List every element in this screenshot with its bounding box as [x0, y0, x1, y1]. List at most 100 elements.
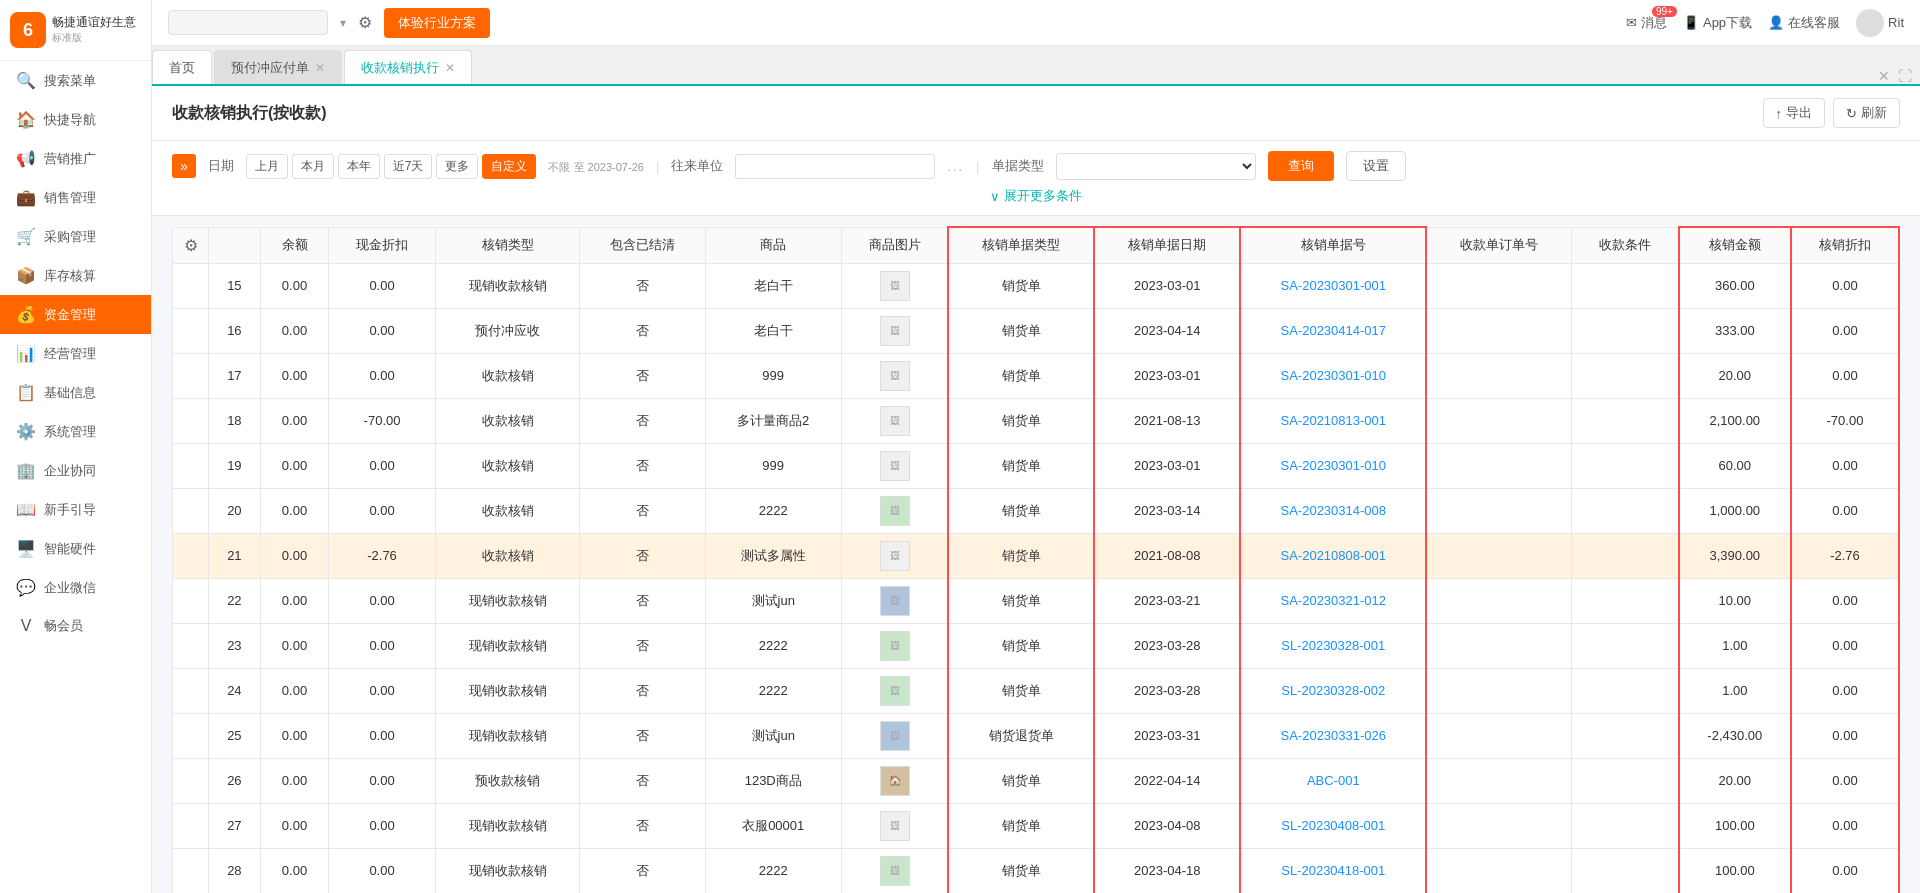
- filter-settings-button[interactable]: 设置: [1346, 151, 1406, 181]
- type-filter-select[interactable]: [1056, 153, 1256, 180]
- expand-row: ∨ 展开更多条件: [172, 187, 1900, 205]
- bill-no-link[interactable]: SL-20230408-001: [1281, 818, 1385, 833]
- online-service-button[interactable]: 👤 在线客服: [1768, 14, 1840, 32]
- brand-input[interactable]: [168, 10, 328, 35]
- sidebar-item-ops[interactable]: 📊经营管理: [0, 334, 151, 373]
- td-included: 否: [580, 668, 705, 713]
- export-button[interactable]: ↑ 导出: [1763, 98, 1826, 128]
- td-amount: 1,000.00: [1679, 488, 1791, 533]
- td-seq: 26: [209, 758, 261, 803]
- tab-prepay-close[interactable]: ✕: [315, 61, 325, 75]
- bill-no-link[interactable]: SA-20230414-017: [1281, 323, 1387, 338]
- sidebar-item-finance[interactable]: 💰资金管理: [0, 295, 151, 334]
- sidebar-label-purchase: 采购管理: [44, 228, 96, 246]
- sidebar-menu: 🔍搜索菜单🏠快捷导航📢营销推广💼销售管理🛒采购管理📦库存核算💰资金管理📊经营管理…: [0, 61, 151, 893]
- tab-home[interactable]: 首页: [152, 50, 212, 84]
- sidebar-item-hardware[interactable]: 🖥️智能硬件: [0, 529, 151, 568]
- bill-no-link[interactable]: SA-20230301-001: [1281, 278, 1387, 293]
- bill-no-link[interactable]: SA-20230314-008: [1281, 503, 1387, 518]
- sidebar-item-purchase[interactable]: 🛒采购管理: [0, 217, 151, 256]
- td-discount: 0.00: [1791, 263, 1899, 308]
- td-goods: 老白干: [705, 263, 841, 308]
- td-balance: 0.00: [260, 713, 329, 758]
- td-goods-img: 🖼: [841, 263, 948, 308]
- bill-no-link[interactable]: SL-20230418-001: [1281, 863, 1385, 878]
- td-vbn: SA-20230314-008: [1240, 488, 1426, 533]
- bill-no-link[interactable]: SA-20210813-001: [1281, 413, 1387, 428]
- td-col-order: [1426, 398, 1571, 443]
- td-amount: 100.00: [1679, 803, 1791, 848]
- td-vbd: 2022-04-14: [1094, 758, 1240, 803]
- filter-toggle-btn[interactable]: »: [172, 154, 196, 178]
- bill-no-link[interactable]: ABC-001: [1307, 773, 1360, 788]
- refresh-button[interactable]: ↻ 刷新: [1833, 98, 1900, 128]
- close-window-icon[interactable]: ✕: [1878, 68, 1890, 84]
- td-vbt: 销货单: [948, 848, 1094, 893]
- user-avatar[interactable]: Rit: [1856, 9, 1904, 37]
- bill-no-link[interactable]: SL-20230328-001: [1281, 638, 1385, 653]
- td-vbt: 销货单: [948, 263, 1094, 308]
- sidebar-item-basic[interactable]: 📋基础信息: [0, 373, 151, 412]
- sidebar-item-system[interactable]: ⚙️系统管理: [0, 412, 151, 451]
- td-verify-type: 现销收款核销: [435, 668, 579, 713]
- td-goods-img: 🖼: [841, 443, 948, 488]
- th-settings[interactable]: ⚙: [173, 227, 209, 263]
- sidebar-item-marketing[interactable]: 📢营销推广: [0, 139, 151, 178]
- filter-custom[interactable]: 自定义: [482, 154, 536, 179]
- th-verify-bill-type: 核销单据类型: [948, 227, 1094, 263]
- type-filter-label: 单据类型: [992, 157, 1044, 175]
- expand-conditions-button[interactable]: ∨ 展开更多条件: [990, 187, 1082, 205]
- query-button[interactable]: 查询: [1268, 151, 1334, 181]
- filter-last-month[interactable]: 上月: [246, 154, 288, 179]
- date-btn-group: 上月 本月 本年 近7天 更多 自定义: [246, 154, 537, 179]
- bill-no-link[interactable]: SA-20230321-012: [1281, 593, 1387, 608]
- solution-button[interactable]: 体验行业方案: [384, 8, 490, 38]
- td-goods-img: 🖼: [841, 398, 948, 443]
- sidebar-item-inventory[interactable]: 📦库存核算: [0, 256, 151, 295]
- bill-no-link[interactable]: SA-20230301-010: [1281, 368, 1387, 383]
- sidebar-item-nav[interactable]: 🏠快捷导航: [0, 100, 151, 139]
- td-goods-img: 🖼: [841, 488, 948, 533]
- td-goods-img: 🖼: [841, 803, 948, 848]
- sidebar-item-member[interactable]: V畅会员: [0, 607, 151, 645]
- bill-no-link[interactable]: SL-20230328-002: [1281, 683, 1385, 698]
- filter-more[interactable]: 更多: [436, 154, 478, 179]
- filter-7days[interactable]: 近7天: [384, 154, 433, 179]
- td-verify-type: 现销收款核销: [435, 803, 579, 848]
- tab-prepay-label: 预付冲应付单: [231, 59, 309, 77]
- tab-prepay[interactable]: 预付冲应付单 ✕: [214, 50, 342, 84]
- unit-filter-input[interactable]: [735, 154, 935, 179]
- sidebar-icon-finance: 💰: [16, 305, 36, 324]
- settings-icon[interactable]: ⚙: [358, 13, 372, 32]
- goods-thumbnail: 🖼: [880, 811, 910, 841]
- filter-this-year[interactable]: 本年: [338, 154, 380, 179]
- td-discount: 0.00: [1791, 578, 1899, 623]
- bill-no-link[interactable]: SA-20210808-001: [1281, 548, 1387, 563]
- messages-button[interactable]: ✉ 消息 99+: [1626, 14, 1667, 32]
- sidebar-item-guide[interactable]: 📖新手引导: [0, 490, 151, 529]
- sidebar-item-search[interactable]: 🔍搜索菜单: [0, 61, 151, 100]
- td-goods: 999: [705, 353, 841, 398]
- td-included: 否: [580, 533, 705, 578]
- sidebar-item-sales[interactable]: 💼销售管理: [0, 178, 151, 217]
- td-discount: -70.00: [1791, 398, 1899, 443]
- goods-thumbnail: 🖼: [880, 586, 910, 616]
- sidebar-item-corp[interactable]: 🏢企业协同: [0, 451, 151, 490]
- td-balance: 0.00: [260, 758, 329, 803]
- sidebar-item-wechat[interactable]: 💬企业微信: [0, 568, 151, 607]
- bill-no-link[interactable]: SA-20230301-010: [1281, 458, 1387, 473]
- tab-collection[interactable]: 收款核销执行 ✕: [344, 50, 472, 84]
- td-vbd: 2023-03-31: [1094, 713, 1240, 758]
- sidebar-label-search: 搜索菜单: [44, 72, 96, 90]
- td-goods-img: 🖼: [841, 668, 948, 713]
- td-goods-img: 🖼: [841, 713, 948, 758]
- td-amount: 1.00: [1679, 623, 1791, 668]
- maximize-icon[interactable]: ⛶: [1898, 68, 1912, 84]
- table-row: 26 0.00 0.00 预收款核销 否 123D商品 🏠 销货单 2022-0…: [173, 758, 1900, 803]
- td-col-order: [1426, 263, 1571, 308]
- bill-no-link[interactable]: SA-20230331-026: [1281, 728, 1387, 743]
- app-download-button[interactable]: 📱 App下载: [1683, 14, 1752, 32]
- filter-this-month[interactable]: 本月: [292, 154, 334, 179]
- td-verify-type: 预收款核销: [435, 758, 579, 803]
- tab-collection-close[interactable]: ✕: [445, 61, 455, 75]
